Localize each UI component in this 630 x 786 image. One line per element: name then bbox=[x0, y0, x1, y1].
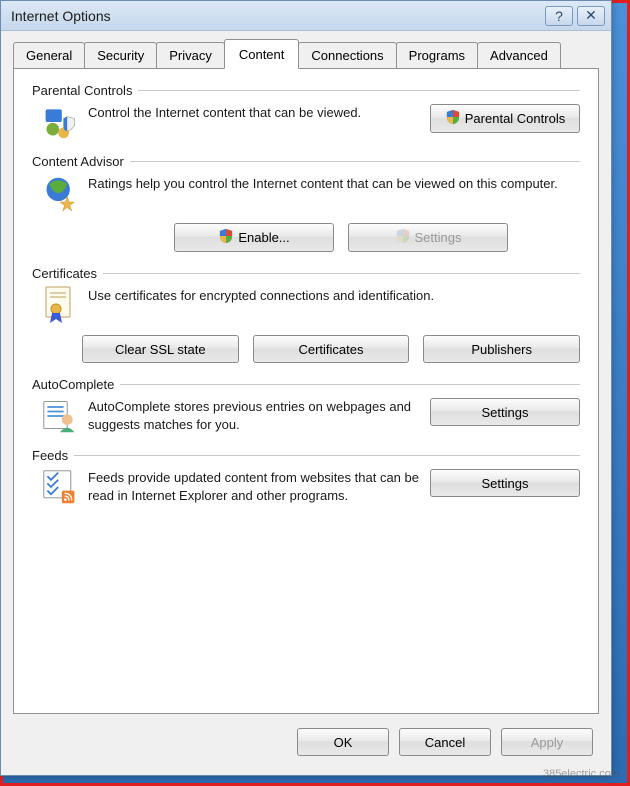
group-title: Feeds bbox=[32, 448, 74, 463]
parental-controls-button[interactable]: Parental Controls bbox=[430, 104, 580, 133]
tab-connections[interactable]: Connections bbox=[298, 42, 396, 68]
tabs: General Security Privacy Content Connect… bbox=[1, 31, 611, 68]
group-title: Parental Controls bbox=[32, 83, 138, 98]
titlebar: Internet Options ? ✕ bbox=[1, 1, 611, 31]
enable-button[interactable]: Enable... bbox=[174, 223, 334, 252]
shield-icon bbox=[395, 228, 411, 247]
tab-privacy[interactable]: Privacy bbox=[156, 42, 225, 68]
advisor-desc: Ratings help you control the Internet co… bbox=[88, 175, 580, 193]
tab-general[interactable]: General bbox=[13, 42, 85, 68]
internet-options-dialog: Internet Options ? ✕ General Security Pr… bbox=[0, 0, 612, 776]
tab-programs[interactable]: Programs bbox=[396, 42, 478, 68]
certificate-icon bbox=[42, 287, 78, 323]
parental-desc: Control the Internet content that can be… bbox=[88, 104, 420, 122]
publishers-button[interactable]: Publishers bbox=[423, 335, 580, 363]
group-content-advisor: Content Advisor Ratings help you control… bbox=[32, 154, 580, 252]
tab-content[interactable]: Content bbox=[224, 39, 300, 69]
clear-ssl-button[interactable]: Clear SSL state bbox=[82, 335, 239, 363]
dialog-buttons: OK Cancel Apply bbox=[1, 722, 611, 756]
close-button[interactable]: ✕ bbox=[577, 6, 605, 26]
shield-icon bbox=[218, 228, 234, 247]
feeds-settings-button[interactable]: Settings bbox=[430, 469, 580, 497]
advisor-settings-button: Settings bbox=[348, 223, 508, 252]
group-title: Certificates bbox=[32, 266, 103, 281]
autocomplete-settings-button[interactable]: Settings bbox=[430, 398, 580, 426]
content-panel: Parental Controls Control the Internet c… bbox=[13, 68, 599, 714]
feeds-desc: Feeds provide updated content from websi… bbox=[88, 469, 420, 504]
certificates-desc: Use certificates for encrypted connectio… bbox=[88, 287, 580, 305]
users-shield-icon bbox=[42, 104, 78, 140]
help-button[interactable]: ? bbox=[545, 6, 573, 26]
feeds-icon bbox=[42, 469, 78, 505]
certificates-button[interactable]: Certificates bbox=[253, 335, 410, 363]
window-title: Internet Options bbox=[7, 8, 545, 24]
ok-button[interactable]: OK bbox=[297, 728, 389, 756]
group-certificates: Certificates Use certificates for encryp… bbox=[32, 266, 580, 363]
group-parental-controls: Parental Controls Control the Internet c… bbox=[32, 83, 580, 140]
tab-security[interactable]: Security bbox=[84, 42, 157, 68]
form-user-icon bbox=[42, 398, 78, 434]
group-title: AutoComplete bbox=[32, 377, 120, 392]
apply-button: Apply bbox=[501, 728, 593, 756]
globe-star-icon bbox=[42, 175, 78, 211]
shield-icon bbox=[445, 109, 461, 128]
watermark: 385electric.com bbox=[543, 768, 620, 780]
autocomplete-desc: AutoComplete stores previous entries on … bbox=[88, 398, 420, 433]
group-title: Content Advisor bbox=[32, 154, 130, 169]
group-feeds: Feeds Feeds provide updated content from… bbox=[32, 448, 580, 505]
group-autocomplete: AutoComplete AutoComplete stores previou… bbox=[32, 377, 580, 434]
cancel-button[interactable]: Cancel bbox=[399, 728, 491, 756]
tab-advanced[interactable]: Advanced bbox=[477, 42, 561, 68]
